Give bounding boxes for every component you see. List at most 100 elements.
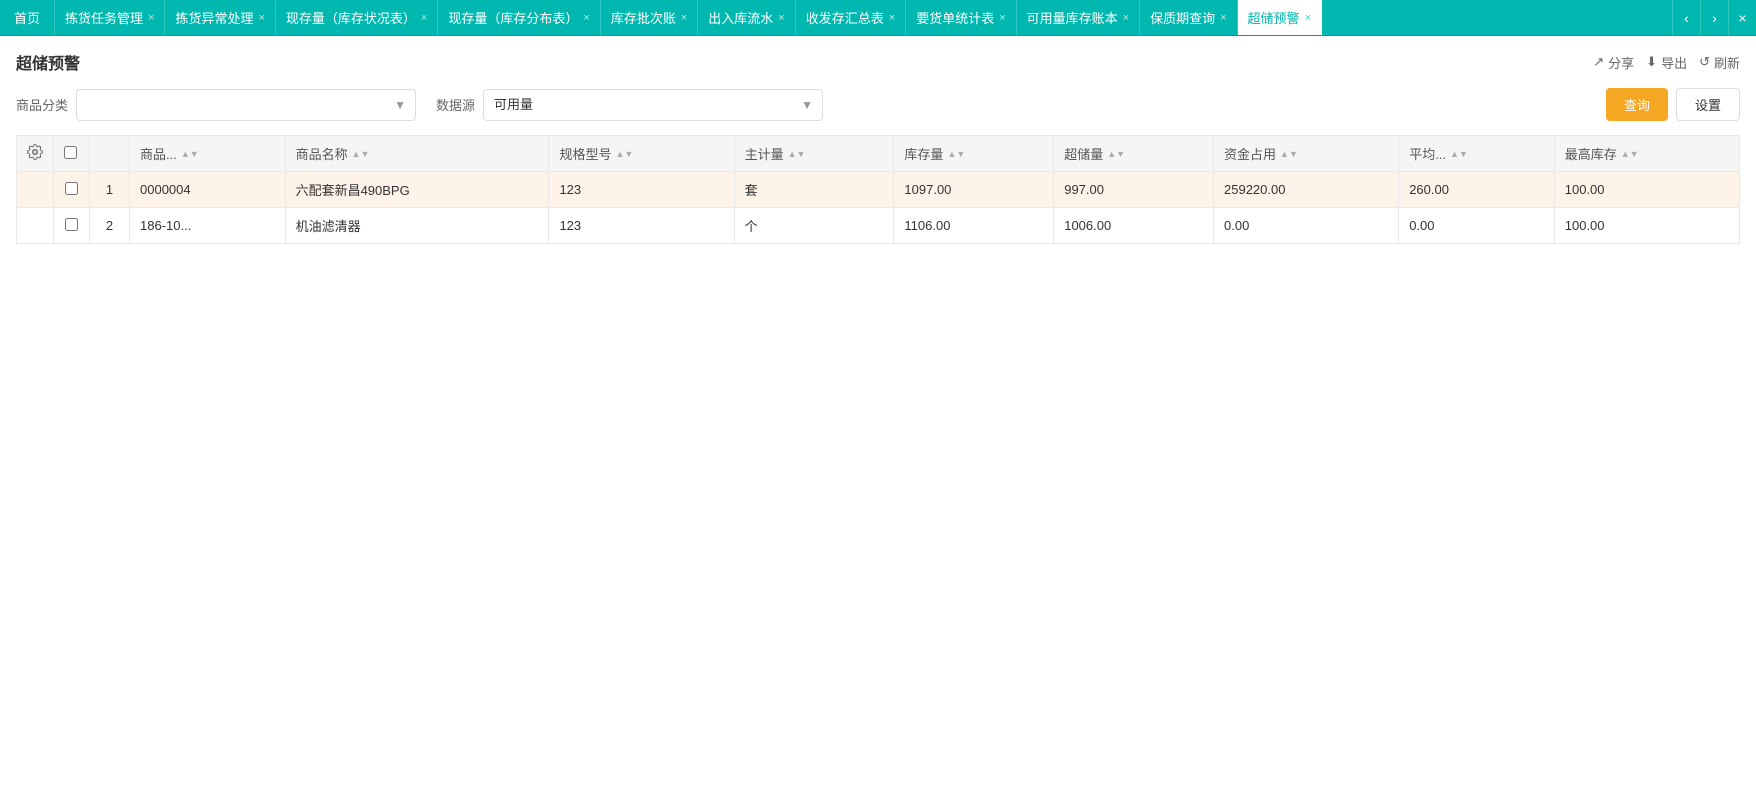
row-spec-1: 123 — [549, 208, 734, 244]
nav-home[interactable]: 首页 — [0, 0, 55, 35]
page-title-row: 超储预警 ↗ 分享 ⬇ 导出 ↺ 刷新 — [16, 50, 1740, 74]
refresh-icon: ↺ — [1699, 54, 1710, 70]
sort-icon-avg: ▲▼ — [1450, 149, 1468, 159]
gear-icon — [27, 144, 43, 160]
th-capital[interactable]: 资金占用 ▲▼ — [1214, 136, 1399, 172]
nav-close-8[interactable]: × — [999, 12, 1005, 24]
nav-close-11[interactable]: × — [1305, 12, 1311, 24]
data-table: 商品... ▲▼ 商品名称 ▲▼ 规格型号 ▲▼ — [16, 135, 1740, 244]
row-max-stock-1: 100.00 — [1554, 208, 1739, 244]
share-button[interactable]: ↗ 分享 — [1593, 53, 1634, 72]
sort-icon-stock: ▲▼ — [947, 149, 965, 159]
nav-close-6[interactable]: × — [778, 12, 784, 24]
export-label: 导出 — [1661, 53, 1687, 72]
row-checkbox-1[interactable] — [65, 218, 78, 231]
sort-icon-capital: ▲▼ — [1280, 149, 1298, 159]
row-over-stock-1: 1006.00 — [1054, 208, 1214, 244]
page-title: 超储预警 — [16, 50, 80, 74]
share-icon: ↗ — [1593, 54, 1604, 70]
title-actions: ↗ 分享 ⬇ 导出 ↺ 刷新 — [1593, 53, 1740, 72]
category-filter-group: 商品分类 ▼ — [16, 89, 416, 121]
category-label: 商品分类 — [16, 95, 68, 114]
th-avg[interactable]: 平均... ▲▼ — [1399, 136, 1555, 172]
row-num-0: 1 — [90, 172, 130, 208]
query-button[interactable]: 查询 — [1606, 88, 1668, 121]
nav-item-11[interactable]: 超储预警 × — [1238, 0, 1322, 35]
settings-button[interactable]: 设置 — [1676, 88, 1740, 121]
nav-close-4[interactable]: × — [583, 12, 589, 24]
share-label: 分享 — [1608, 53, 1634, 72]
th-unit[interactable]: 主计量 ▲▼ — [734, 136, 894, 172]
th-avg-label: 平均... — [1409, 144, 1446, 163]
datasource-select[interactable]: 可用量 — [483, 89, 823, 121]
sort-icon-max-stock: ▲▼ — [1621, 149, 1639, 159]
nav-item-2[interactable]: 拣货异常处理 × — [165, 0, 275, 35]
nav-label-4: 现存量（库存分布表） — [448, 8, 578, 27]
nav-item-10[interactable]: 保质期查询 × — [1140, 0, 1237, 35]
th-row-num — [90, 136, 130, 172]
sort-icon-over-stock: ▲▼ — [1107, 149, 1125, 159]
row-checkbox-cell-1[interactable] — [54, 208, 90, 244]
filter-btn-group: 查询 设置 — [1606, 88, 1740, 121]
sort-icon-product-name: ▲▼ — [352, 149, 370, 159]
row-stock-0: 1097.00 — [894, 172, 1054, 208]
nav-close-9[interactable]: × — [1123, 12, 1129, 24]
th-settings[interactable] — [17, 136, 54, 172]
nav-close-1[interactable]: × — [148, 12, 154, 24]
nav-close-7[interactable]: × — [889, 12, 895, 24]
th-product-code[interactable]: 商品... ▲▼ — [130, 136, 286, 172]
row-capital-0: 259220.00 — [1214, 172, 1399, 208]
row-settings-0 — [17, 172, 54, 208]
sort-icon-spec: ▲▼ — [615, 149, 633, 159]
nav-label-11: 超储预警 — [1248, 8, 1300, 27]
row-stock-1: 1106.00 — [894, 208, 1054, 244]
row-avg-1: 0.00 — [1399, 208, 1555, 244]
row-max-stock-0: 100.00 — [1554, 172, 1739, 208]
row-product-code-0: 0000004 — [130, 172, 286, 208]
select-all-checkbox[interactable] — [64, 146, 77, 159]
export-button[interactable]: ⬇ 导出 — [1646, 53, 1687, 72]
row-product-name-0: 六配套新昌490BPG — [285, 172, 549, 208]
nav-item-9[interactable]: 可用量库存账本 × — [1017, 0, 1140, 35]
th-product-name[interactable]: 商品名称 ▲▼ — [285, 136, 549, 172]
row-spec-0: 123 — [549, 172, 734, 208]
nav-close-5[interactable]: × — [681, 12, 687, 24]
row-unit-1: 个 — [734, 208, 894, 244]
nav-arrow-left[interactable]: ‹ — [1672, 0, 1700, 36]
sort-icon-unit: ▲▼ — [788, 149, 806, 159]
row-unit-0: 套 — [734, 172, 894, 208]
refresh-button[interactable]: ↺ 刷新 — [1699, 53, 1740, 72]
row-product-code-1: 186-10... — [130, 208, 286, 244]
nav-label-3: 现存量（库存状况表） — [286, 8, 416, 27]
row-checkbox-cell-0[interactable] — [54, 172, 90, 208]
th-spec-label: 规格型号 — [559, 144, 611, 163]
th-max-stock[interactable]: 最高库存 ▲▼ — [1554, 136, 1739, 172]
nav-item-8[interactable]: 要货单统计表 × — [906, 0, 1016, 35]
nav-close-3[interactable]: × — [421, 12, 427, 24]
nav-close-2[interactable]: × — [258, 12, 264, 24]
nav-arrow-close[interactable]: × — [1728, 0, 1756, 36]
nav-item-6[interactable]: 出入库流水 × — [698, 0, 795, 35]
nav-item-3[interactable]: 现存量（库存状况表） × — [276, 0, 438, 35]
filter-row: 商品分类 ▼ 数据源 可用量 ▼ 查询 设置 — [16, 88, 1740, 121]
nav-item-7[interactable]: 收发存汇总表 × — [796, 0, 906, 35]
nav-item-4[interactable]: 现存量（库存分布表） × — [438, 0, 600, 35]
export-icon: ⬇ — [1646, 54, 1657, 70]
th-checkbox[interactable] — [54, 136, 90, 172]
th-stock[interactable]: 库存量 ▲▼ — [894, 136, 1054, 172]
nav-arrow-right[interactable]: › — [1700, 0, 1728, 36]
row-checkbox-0[interactable] — [65, 182, 78, 195]
row-product-name-1: 机油滤清器 — [285, 208, 549, 244]
table-row: 1 0000004 六配套新昌490BPG 123 套 1097.00 997.… — [17, 172, 1740, 208]
th-spec[interactable]: 规格型号 ▲▼ — [549, 136, 734, 172]
th-over-stock-label: 超储量 — [1064, 144, 1103, 163]
category-select[interactable] — [76, 89, 416, 121]
table-row: 2 186-10... 机油滤清器 123 个 1106.00 1006.00 … — [17, 208, 1740, 244]
nav-item-5[interactable]: 库存批次账 × — [601, 0, 698, 35]
nav-item-1[interactable]: 拣货任务管理 × — [55, 0, 165, 35]
nav-close-10[interactable]: × — [1220, 12, 1226, 24]
refresh-label: 刷新 — [1714, 53, 1740, 72]
th-over-stock[interactable]: 超储量 ▲▼ — [1054, 136, 1214, 172]
row-num-1: 2 — [90, 208, 130, 244]
th-stock-label: 库存量 — [904, 144, 943, 163]
